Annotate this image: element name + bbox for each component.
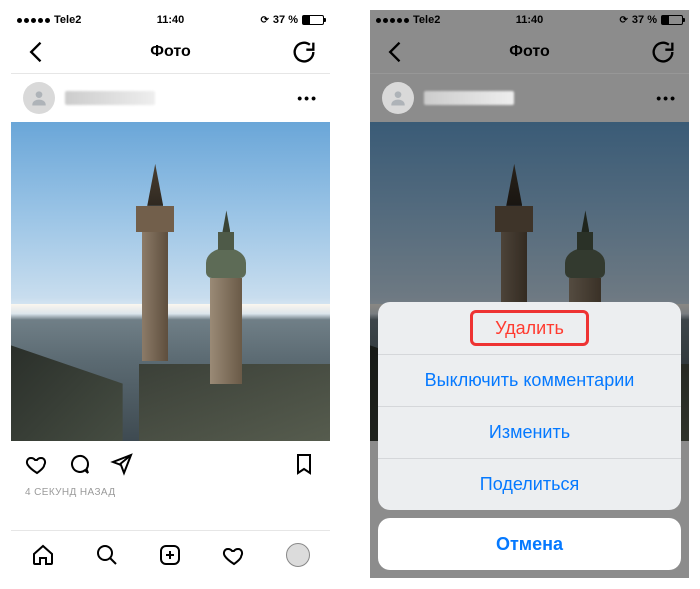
tab-bar: [11, 530, 330, 578]
orientation-lock-icon: ⟳: [620, 15, 628, 26]
orientation-lock-icon: ⟳: [261, 15, 269, 26]
timestamp: 4 СЕКУНД НАЗАД: [11, 487, 330, 498]
status-bar: Tele2 11:40 ⟳ 37 %: [370, 10, 689, 30]
sheet-delete[interactable]: Удалить: [378, 302, 681, 354]
refresh-button[interactable]: [290, 38, 318, 66]
phone-right: Tele2 11:40 ⟳ 37 % Фото •••: [370, 10, 689, 578]
battery-pct: 37 %: [273, 14, 298, 26]
clock: 11:40: [157, 14, 185, 26]
battery-icon: [661, 15, 683, 25]
username[interactable]: [65, 91, 155, 105]
like-button[interactable]: [25, 452, 49, 476]
comment-button[interactable]: [67, 452, 91, 476]
status-bar: Tele2 11:40 ⟳ 37 %: [11, 10, 330, 30]
post-actions: [11, 441, 330, 487]
battery-icon: [302, 15, 324, 25]
post-photo[interactable]: [11, 122, 330, 441]
phone-left: Tele2 11:40 ⟳ 37 % Фото •••: [11, 10, 330, 578]
page-title: Фото: [150, 43, 190, 61]
more-options-button[interactable]: •••: [297, 90, 318, 106]
sheet-cancel[interactable]: Отмена: [378, 518, 681, 570]
tab-search[interactable]: [95, 543, 119, 567]
signal-dots-icon: [17, 18, 50, 23]
post-header: •••: [11, 74, 330, 122]
tab-add[interactable]: [158, 543, 182, 567]
nav-bar: Фото: [11, 30, 330, 74]
signal-dots-icon: [376, 18, 409, 23]
username[interactable]: [424, 91, 514, 105]
carrier-label: Tele2: [413, 14, 440, 26]
page-title: Фото: [509, 43, 549, 61]
tab-profile[interactable]: [286, 543, 310, 567]
back-button[interactable]: [382, 38, 410, 66]
more-options-button[interactable]: •••: [656, 90, 677, 106]
sheet-comments-off[interactable]: Выключить комментарии: [378, 354, 681, 406]
post-header: •••: [370, 74, 689, 122]
sheet-share[interactable]: Поделиться: [378, 458, 681, 510]
clock: 11:40: [516, 14, 544, 26]
share-button[interactable]: [109, 452, 133, 476]
nav-bar: Фото: [370, 30, 689, 74]
battery-pct: 37 %: [632, 14, 657, 26]
avatar[interactable]: [23, 82, 55, 114]
bookmark-button[interactable]: [292, 452, 316, 476]
back-button[interactable]: [23, 38, 51, 66]
avatar[interactable]: [382, 82, 414, 114]
action-sheet: Удалить Выключить комментарии Изменить П…: [370, 294, 689, 578]
tab-home[interactable]: [31, 543, 55, 567]
refresh-button[interactable]: [649, 38, 677, 66]
tab-activity[interactable]: [222, 543, 246, 567]
sheet-edit[interactable]: Изменить: [378, 406, 681, 458]
carrier-label: Tele2: [54, 14, 81, 26]
delete-highlight: Удалить: [470, 310, 589, 346]
